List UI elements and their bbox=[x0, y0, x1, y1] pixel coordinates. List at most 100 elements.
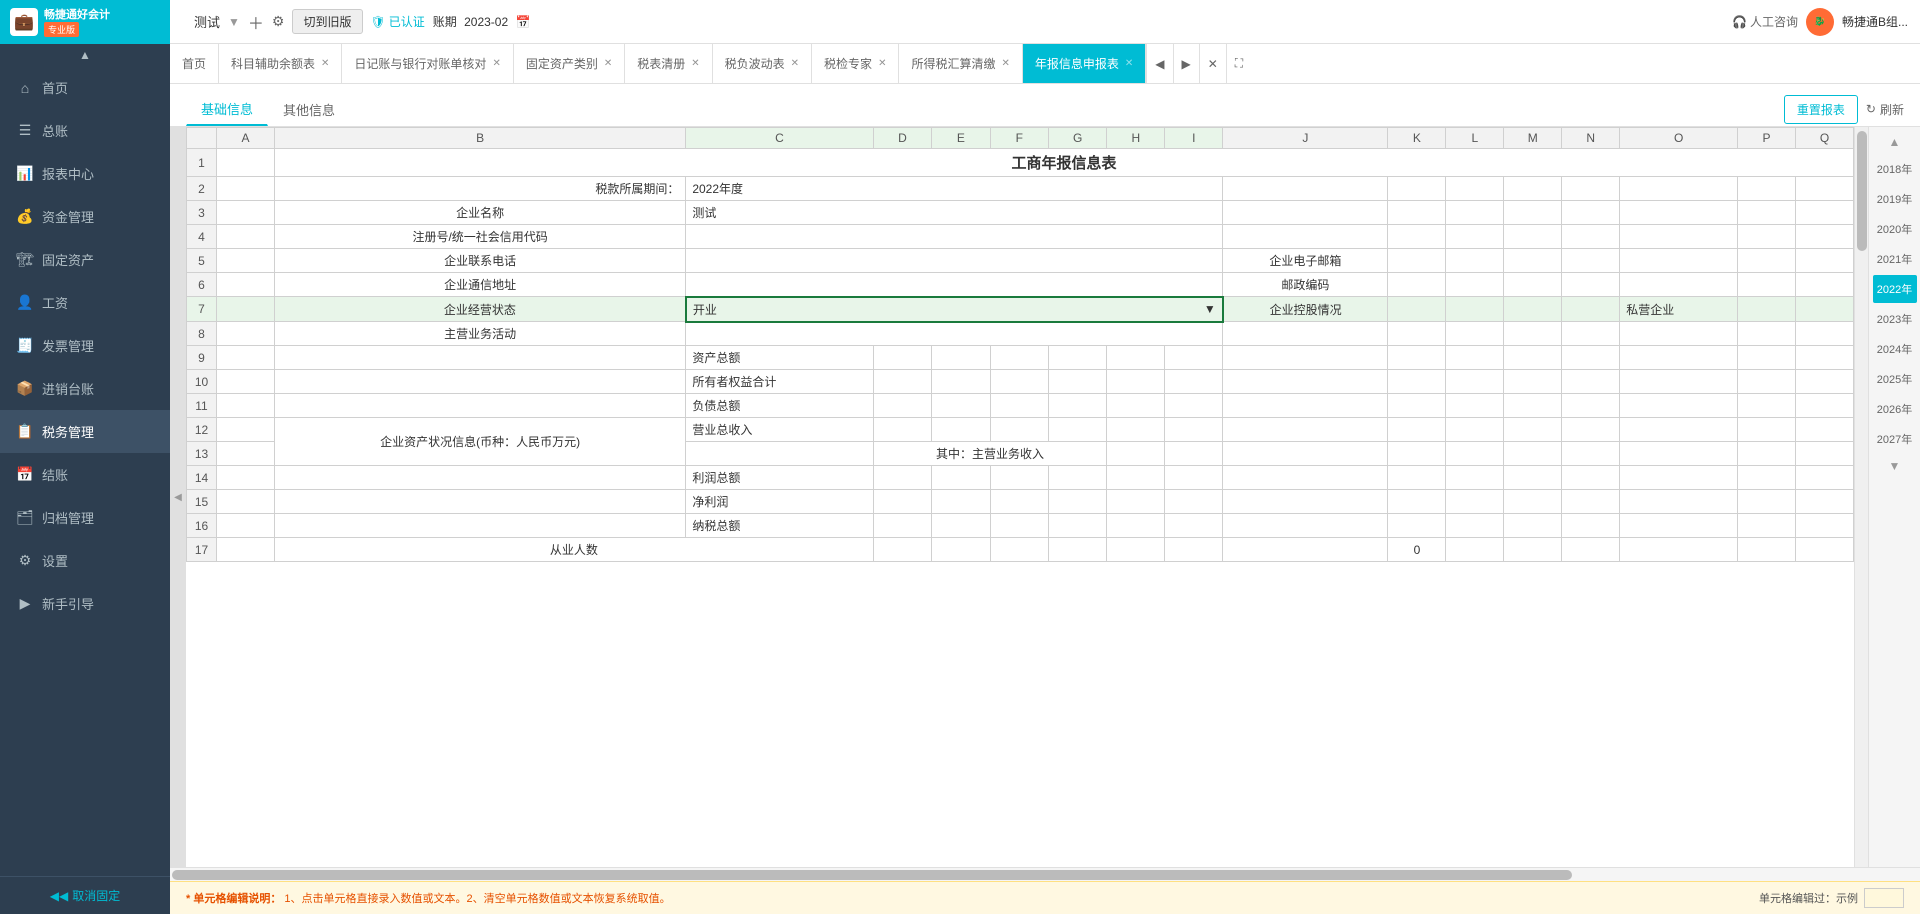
cell-14c[interactable]: 利润总额 bbox=[686, 466, 873, 490]
cell-6c[interactable] bbox=[686, 273, 1223, 297]
tab-close-all-btn[interactable]: ✕ bbox=[1199, 44, 1226, 84]
cell-3b[interactable]: 企业名称 bbox=[274, 201, 685, 225]
tab-close-tax-return[interactable]: ✕ bbox=[691, 58, 699, 69]
cell-9n[interactable] bbox=[1562, 346, 1620, 370]
cell-15h[interactable] bbox=[1107, 490, 1165, 514]
cell-17e[interactable] bbox=[932, 538, 990, 562]
cell-14f[interactable] bbox=[990, 466, 1048, 490]
cell-4p[interactable] bbox=[1738, 225, 1796, 249]
cell-7m[interactable] bbox=[1504, 297, 1562, 322]
tab-expand-btn[interactable]: ⛶ bbox=[1226, 44, 1251, 84]
year-item-2021[interactable]: 2021年 bbox=[1873, 245, 1917, 273]
cell-4c[interactable] bbox=[686, 225, 1223, 249]
cell-2m[interactable] bbox=[1504, 177, 1562, 201]
cell-11q[interactable] bbox=[1795, 394, 1853, 418]
cell-9q[interactable] bbox=[1795, 346, 1853, 370]
cell-6l[interactable] bbox=[1446, 273, 1504, 297]
cell-15f[interactable] bbox=[990, 490, 1048, 514]
cell-2j[interactable] bbox=[1223, 177, 1388, 201]
cell-9m[interactable] bbox=[1504, 346, 1562, 370]
cell-6q[interactable] bbox=[1795, 273, 1853, 297]
cell-17a[interactable] bbox=[217, 538, 275, 562]
cell-4b[interactable]: 注册号/统一社会信用代码 bbox=[274, 225, 685, 249]
tab-close-tax-inspection[interactable]: ✕ bbox=[878, 58, 886, 69]
h-scroll-thumb[interactable] bbox=[172, 870, 1572, 880]
cell-17h[interactable] bbox=[1107, 538, 1165, 562]
cell-2l[interactable] bbox=[1446, 177, 1504, 201]
col-header-j[interactable]: J bbox=[1223, 128, 1388, 149]
tab-close-income-tax[interactable]: ✕ bbox=[1001, 58, 1009, 69]
cell-3j[interactable] bbox=[1223, 201, 1388, 225]
cell-11f[interactable] bbox=[990, 394, 1048, 418]
cell-6a[interactable] bbox=[217, 273, 275, 297]
year-item-2022[interactable]: 2022年 bbox=[1873, 275, 1917, 303]
cell-11n[interactable] bbox=[1562, 394, 1620, 418]
cell-15l[interactable] bbox=[1446, 490, 1504, 514]
cell-12i[interactable] bbox=[1165, 418, 1223, 442]
cell-11b[interactable] bbox=[274, 394, 685, 418]
cell-8q[interactable] bbox=[1795, 322, 1853, 346]
v-scroll-thumb[interactable] bbox=[1857, 131, 1867, 251]
cell-14i[interactable] bbox=[1165, 466, 1223, 490]
sidebar-item-home[interactable]: ⌂ 首页 bbox=[0, 66, 170, 109]
cell-4j[interactable] bbox=[1223, 225, 1388, 249]
cell-9o[interactable] bbox=[1620, 346, 1738, 370]
cell-5c[interactable] bbox=[686, 249, 1223, 273]
cell-14q[interactable] bbox=[1795, 466, 1853, 490]
year-item-2023[interactable]: 2023年 bbox=[1873, 305, 1917, 333]
cell-6j[interactable]: 邮政编码 bbox=[1223, 273, 1388, 297]
col-header-f[interactable]: F bbox=[990, 128, 1048, 149]
col-header-n[interactable]: N bbox=[1562, 128, 1620, 149]
cell-17p[interactable] bbox=[1738, 538, 1796, 562]
tab-home[interactable]: 首页 bbox=[170, 44, 219, 84]
cell-9e[interactable] bbox=[932, 346, 990, 370]
cell-7j[interactable]: 企业控股情况 bbox=[1223, 297, 1388, 322]
cell-9h[interactable] bbox=[1107, 346, 1165, 370]
cell-16j[interactable] bbox=[1223, 514, 1388, 538]
cell-17l[interactable] bbox=[1446, 538, 1504, 562]
cell-13i[interactable] bbox=[1165, 442, 1223, 466]
cell-6k[interactable] bbox=[1388, 273, 1446, 297]
cell-16g[interactable] bbox=[1048, 514, 1106, 538]
cell-15i[interactable] bbox=[1165, 490, 1223, 514]
cell-6m[interactable] bbox=[1504, 273, 1562, 297]
cell-14b[interactable] bbox=[274, 466, 685, 490]
cell-2n[interactable] bbox=[1562, 177, 1620, 201]
cell-7k[interactable] bbox=[1388, 297, 1446, 322]
cell-8l[interactable] bbox=[1446, 322, 1504, 346]
cell-4k[interactable] bbox=[1388, 225, 1446, 249]
cell-5p[interactable] bbox=[1738, 249, 1796, 273]
cell-11d[interactable] bbox=[873, 394, 931, 418]
cell-16e[interactable] bbox=[932, 514, 990, 538]
sidebar-item-invoice[interactable]: 🧾 发票管理 bbox=[0, 324, 170, 367]
sidebar-scroll-up[interactable]: ▲ bbox=[0, 44, 170, 66]
cell-9d[interactable] bbox=[873, 346, 931, 370]
sidebar-item-archive[interactable]: 🗂 归档管理 bbox=[0, 496, 170, 539]
year-item-2025[interactable]: 2025年 bbox=[1873, 365, 1917, 393]
tab-next-btn[interactable]: ▶ bbox=[1173, 44, 1199, 84]
cell-9f[interactable] bbox=[990, 346, 1048, 370]
cell-11p[interactable] bbox=[1738, 394, 1796, 418]
cell-14g[interactable] bbox=[1048, 466, 1106, 490]
year-item-2018[interactable]: 2018年 bbox=[1873, 155, 1917, 183]
cell-1a[interactable] bbox=[217, 149, 275, 177]
cell-17d[interactable] bbox=[873, 538, 931, 562]
cell-16d[interactable] bbox=[873, 514, 931, 538]
cell-10c[interactable]: 所有者权益合计 bbox=[686, 370, 873, 394]
cell-12h[interactable] bbox=[1107, 418, 1165, 442]
cell-10k[interactable] bbox=[1388, 370, 1446, 394]
cell-12c[interactable]: 营业总收入 bbox=[686, 418, 873, 442]
cell-11h[interactable] bbox=[1107, 394, 1165, 418]
cell-8c[interactable] bbox=[686, 322, 1223, 346]
cell-13m[interactable] bbox=[1504, 442, 1562, 466]
col-header-i[interactable]: I bbox=[1165, 128, 1223, 149]
cell-15m[interactable] bbox=[1504, 490, 1562, 514]
tab-annual-report[interactable]: 年报信息申报表 ✕ bbox=[1023, 44, 1146, 84]
h-scrollbar[interactable] bbox=[170, 867, 1920, 881]
col-header-p[interactable]: P bbox=[1738, 128, 1796, 149]
cell-8p[interactable] bbox=[1738, 322, 1796, 346]
add-tab-btn[interactable]: ＋ bbox=[248, 10, 264, 34]
cell-9c[interactable]: 资产总额 bbox=[686, 346, 873, 370]
cell-13a[interactable] bbox=[217, 442, 275, 466]
cell-8o[interactable] bbox=[1620, 322, 1738, 346]
